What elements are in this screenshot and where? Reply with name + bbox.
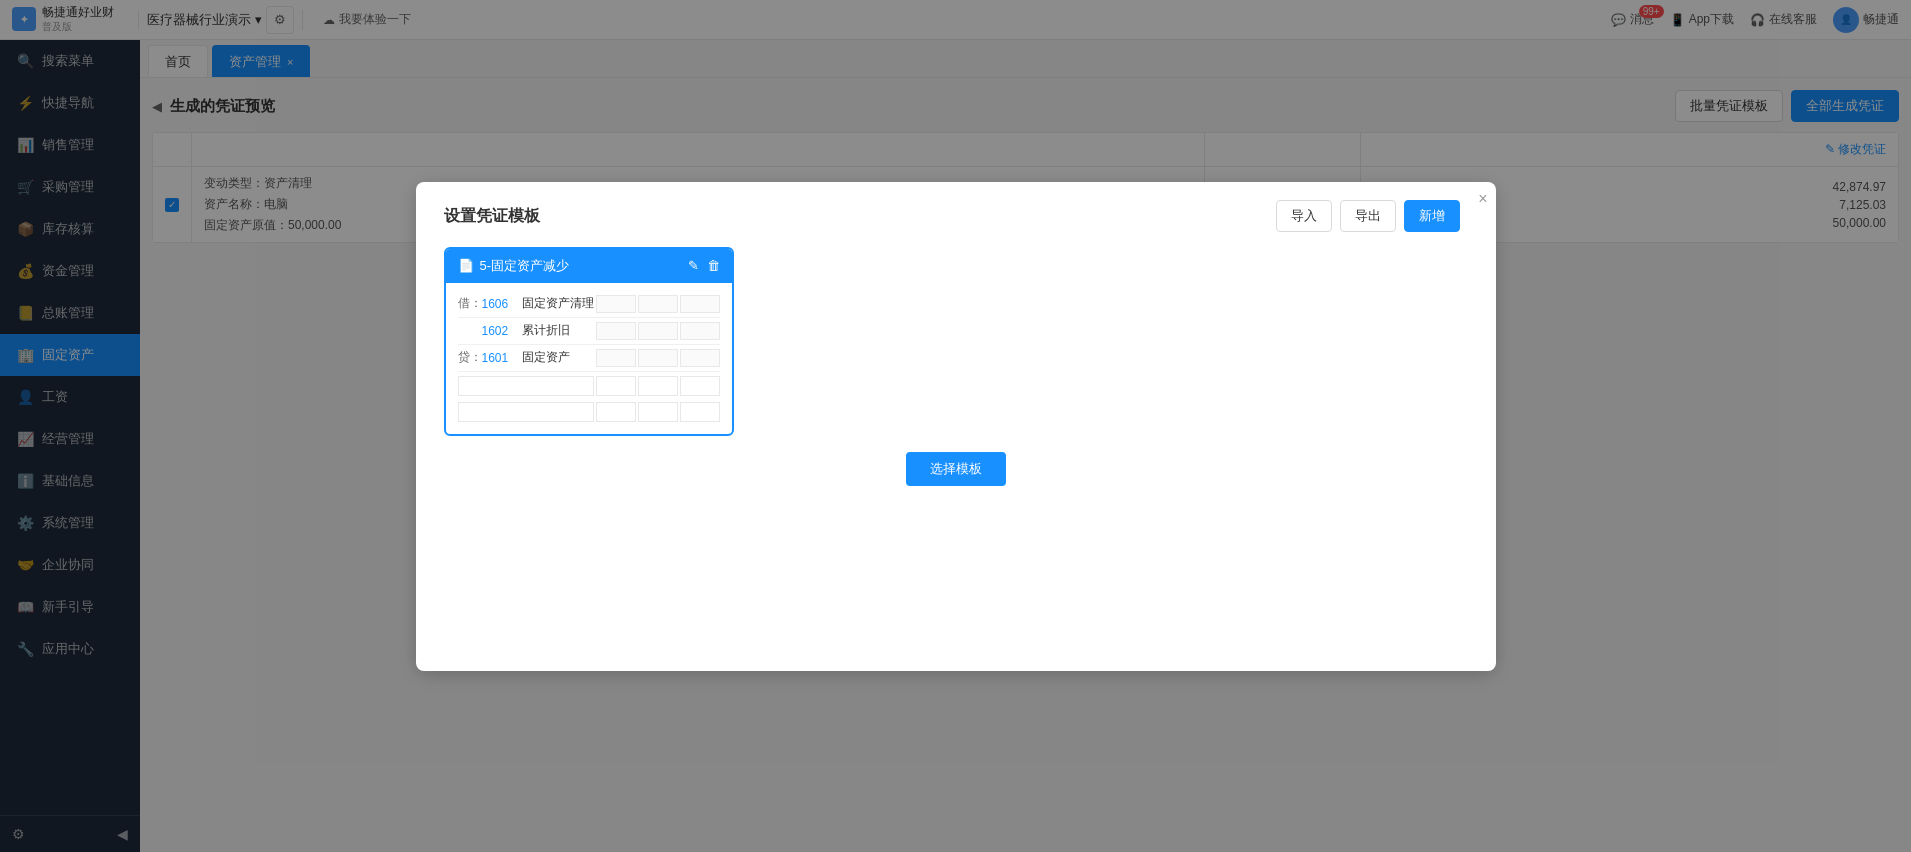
empty-cell-3 [680, 376, 720, 396]
modal-body: 📄 5-固定资产减少 ✎ 🗑 [444, 247, 1468, 647]
select-template-area: 选择模板 [444, 452, 1468, 486]
modal-overlay: × 设置凭证模板 导入 导出 新增 [140, 78, 1911, 852]
entry-name-1: 固定资产清理 [522, 295, 596, 312]
entry-col-h [638, 349, 678, 367]
entry-code-3: 1601 [482, 351, 522, 365]
entry-col-d [596, 322, 636, 340]
page-content: ◀ 生成的凭证预览 批量凭证模板 全部生成凭证 [140, 78, 1911, 852]
template-doc-icon: 📄 [458, 258, 474, 273]
entry-row-2: 1602 累计折旧 [458, 318, 720, 345]
template-name: 5-固定资产减少 [480, 257, 570, 275]
entry-col-a [596, 295, 636, 313]
entry-cols-3 [596, 349, 720, 367]
entry-direction-3: 贷： [458, 349, 482, 366]
entry-direction-1: 借： [458, 295, 482, 312]
import-button[interactable]: 导入 [1276, 200, 1332, 232]
select-template-button[interactable]: 选择模板 [906, 452, 1006, 486]
modal-title: 设置凭证模板 [444, 206, 540, 227]
empty-cell-5 [638, 402, 678, 422]
new-button[interactable]: 新增 [1404, 200, 1460, 232]
entry-col-f [680, 322, 720, 340]
empty-cell-4 [596, 402, 636, 422]
modal-actions: 导入 导出 新增 [1276, 200, 1460, 232]
entry-col-b [638, 295, 678, 313]
empty-cell-2 [638, 376, 678, 396]
entry-col-g [596, 349, 636, 367]
content-area: 首页 资产管理 × ◀ 生成的凭证预览 批 [140, 40, 1911, 852]
template-card-body: 借： 1606 固定资产清理 [446, 283, 732, 434]
entry-code-1: 1606 [482, 297, 522, 311]
entry-cols-1 [596, 295, 720, 313]
entry-col-c [680, 295, 720, 313]
template-card-actions: ✎ 🗑 [688, 258, 720, 273]
template-header-left: 📄 5-固定资产减少 [458, 257, 570, 275]
modal-close-button[interactable]: × [1478, 190, 1487, 208]
empty-cell-6 [680, 402, 720, 422]
entry-col-i [680, 349, 720, 367]
entry-name-2: 累计折旧 [522, 322, 596, 339]
empty-row-1 [458, 376, 720, 400]
entry-name-3: 固定资产 [522, 349, 596, 366]
entry-col-e [638, 322, 678, 340]
export-button[interactable]: 导出 [1340, 200, 1396, 232]
template-card: 📄 5-固定资产减少 ✎ 🗑 [444, 247, 734, 436]
modal-dialog: × 设置凭证模板 导入 导出 新增 [416, 182, 1496, 671]
template-card-header: 📄 5-固定资产减少 ✎ 🗑 [446, 249, 732, 283]
entry-cols-2 [596, 322, 720, 340]
entry-row-3: 贷： 1601 固定资产 [458, 345, 720, 372]
template-edit-icon[interactable]: ✎ [688, 258, 699, 273]
empty-row-2 [458, 402, 720, 426]
template-delete-icon[interactable]: 🗑 [707, 258, 720, 273]
entry-code-2: 1602 [482, 324, 522, 338]
entry-row-1: 借： 1606 固定资产清理 [458, 291, 720, 318]
empty-cell-1 [596, 376, 636, 396]
